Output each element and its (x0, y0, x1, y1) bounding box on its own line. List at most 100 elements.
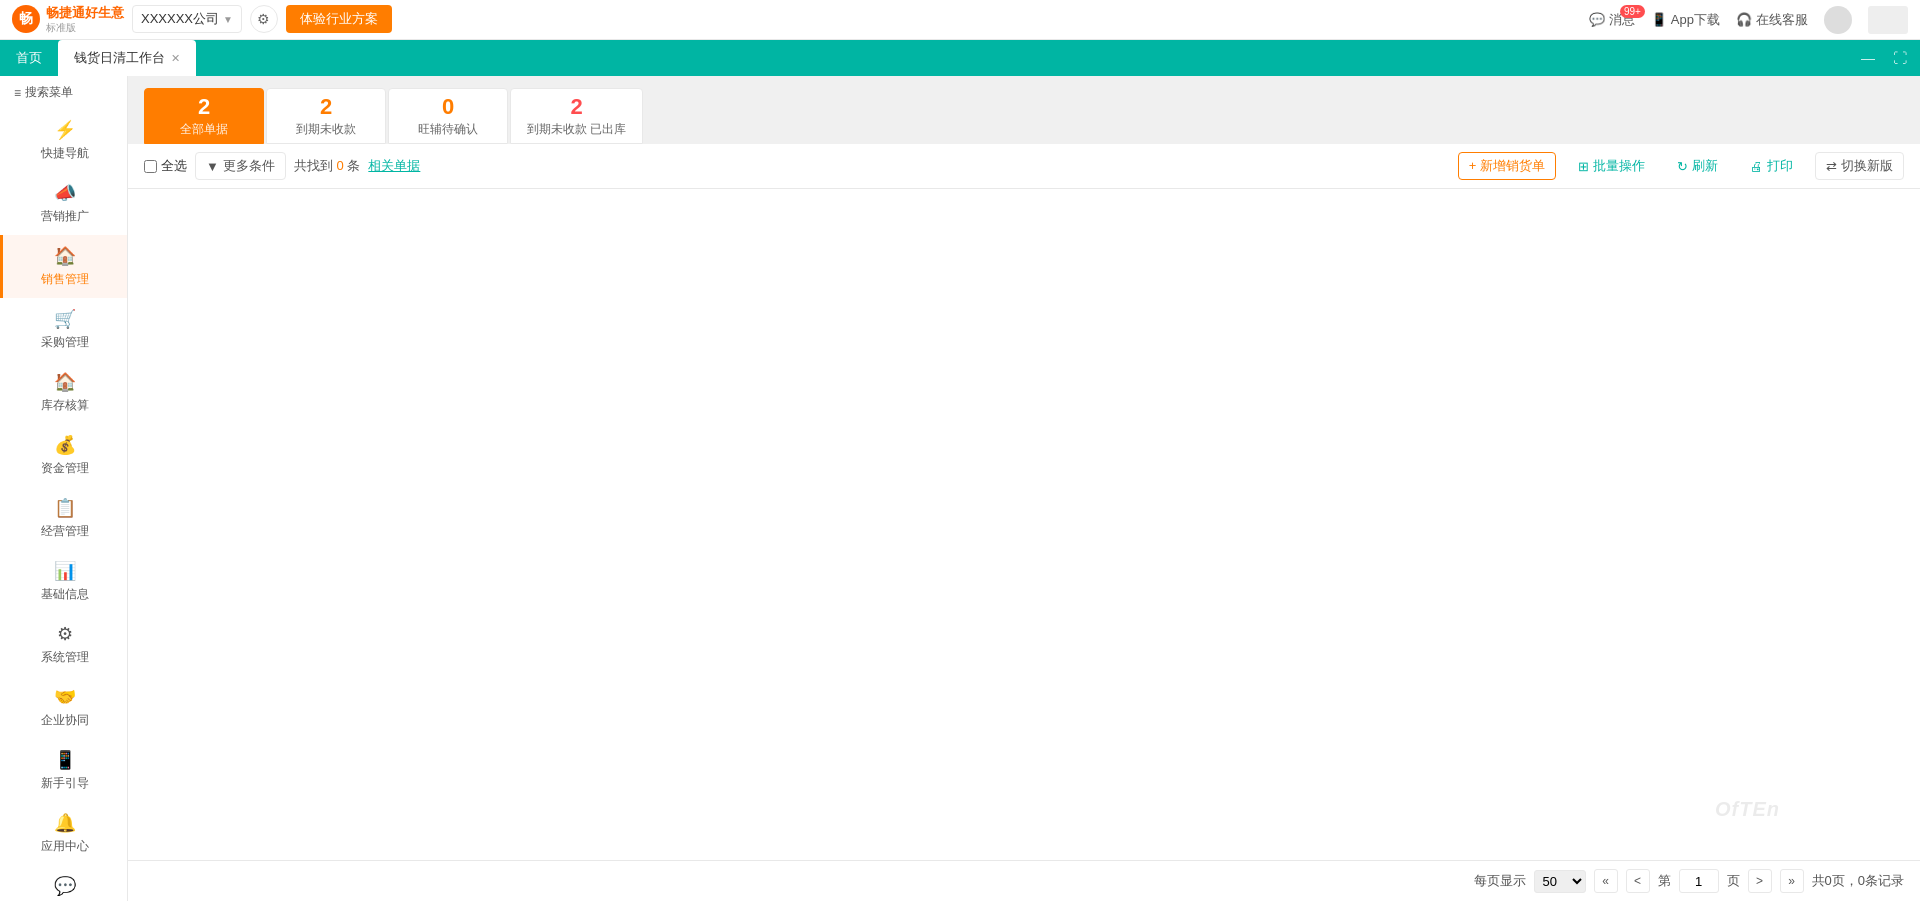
print-icon: 🖨 (1750, 159, 1763, 174)
sidebar-item-operations[interactable]: 📋 经营管理 (0, 487, 127, 550)
sidebar-item-app-center[interactable]: 🔔 应用中心 (0, 802, 127, 865)
logo-icon: 畅 (12, 5, 40, 33)
sidebar-item-wechat[interactable]: 💬 企业微信 (0, 865, 127, 901)
next-page-button[interactable]: > (1748, 869, 1772, 893)
add-sales-button[interactable]: + 新增销货单 (1458, 152, 1556, 180)
tab-overdue-label: 到期未收款 (296, 121, 356, 138)
switch-label: 切换新版 (1841, 157, 1893, 175)
tab-work-station[interactable]: 钱货日清工作台 ✕ (58, 40, 196, 76)
sales-label: 销售管理 (41, 271, 89, 288)
tab-home[interactable]: 首页 (0, 40, 58, 76)
nav-minimize-button[interactable]: — (1856, 46, 1880, 70)
toolbar: 全选 ▼ 更多条件 共找到 0 条 相关单据 + 新增销货单 (128, 144, 1920, 189)
page-suffix: 页 (1727, 872, 1740, 890)
first-page-button[interactable]: « (1594, 869, 1618, 893)
select-all-input[interactable] (144, 160, 157, 173)
tab-pending-label: 旺辅待确认 (418, 121, 478, 138)
guide-label: 新手引导 (41, 775, 89, 792)
finance-icon: 💰 (54, 434, 76, 456)
sidebar-item-quick-nav[interactable]: ⚡ 快捷导航 (0, 109, 127, 172)
page-input[interactable] (1679, 869, 1719, 893)
wechat-icon: 💬 (54, 875, 76, 897)
online-service-button[interactable]: 🎧 在线客服 (1736, 11, 1808, 29)
company-name: XXXXXX公司 (141, 10, 219, 28)
purchase-label: 采购管理 (41, 334, 89, 351)
batch-label: 批量操作 (1593, 157, 1645, 175)
tab-card-all[interactable]: 2 全部单据 (144, 88, 264, 144)
refresh-label: 刷新 (1692, 157, 1718, 175)
flash-icon: ⚡ (54, 119, 76, 141)
toolbar-left: 全选 ▼ 更多条件 共找到 0 条 相关单据 (144, 152, 1450, 180)
filter-icon: ▼ (206, 159, 219, 174)
user-name-area[interactable] (1868, 6, 1908, 34)
headset-icon: 🎧 (1736, 12, 1752, 27)
cooperation-label: 企业协同 (41, 712, 89, 729)
marketing-label: 营销推广 (41, 208, 89, 225)
related-link[interactable]: 相关单据 (368, 157, 420, 175)
purchase-icon: 🛒 (54, 308, 76, 330)
logo-area: 畅 畅捷通好生意 标准版 (12, 5, 124, 35)
avatar[interactable] (1824, 6, 1852, 34)
found-unit: 条 (347, 158, 360, 173)
tab-cards: 2 全部单据 2 到期未收款 0 旺辅待确认 2 到期未收款 已出库 (128, 76, 1920, 144)
logo-sub: 标准版 (46, 21, 124, 34)
switch-icon: ⇄ (1826, 159, 1837, 174)
system-label: 系统管理 (41, 649, 89, 666)
tab-card-overdue-shipped[interactable]: 2 到期未收款 已出库 (510, 88, 643, 144)
tab-card-overdue[interactable]: 2 到期未收款 (266, 88, 386, 144)
nav-maximize-button[interactable]: ⛶ (1888, 46, 1912, 70)
white-panel: 全选 ▼ 更多条件 共找到 0 条 相关单据 + 新增销货单 (128, 144, 1920, 901)
sidebar-item-finance[interactable]: 💰 资金管理 (0, 424, 127, 487)
marketing-icon: 📣 (54, 182, 76, 204)
company-selector[interactable]: XXXXXX公司 ▼ (132, 5, 242, 33)
batch-button[interactable]: ⊞ 批量操作 (1568, 153, 1655, 179)
sidebar-item-system[interactable]: ⚙ 系统管理 (0, 613, 127, 676)
top-bar-left: 畅 畅捷通好生意 标准版 XXXXXX公司 ▼ ⚙ 体验行业方案 (12, 5, 392, 35)
sidebar-item-inventory[interactable]: 🏠 库存核算 (0, 361, 127, 424)
app-download-button[interactable]: 📱 App下载 (1651, 11, 1720, 29)
sidebar-item-sales[interactable]: 🏠 销售管理 (0, 235, 127, 298)
per-page-select[interactable]: 50 10 20 100 (1534, 870, 1586, 893)
settings-button[interactable]: ⚙ (250, 5, 278, 33)
inventory-label: 库存核算 (41, 397, 89, 414)
filter-button[interactable]: ▼ 更多条件 (195, 152, 286, 180)
batch-icon: ⊞ (1578, 159, 1589, 174)
online-service-label: 在线客服 (1756, 11, 1808, 29)
switch-new-button[interactable]: ⇄ 切换新版 (1815, 152, 1904, 180)
refresh-button[interactable]: ↻ 刷新 (1667, 153, 1728, 179)
sidebar-search-item[interactable]: ≡ 搜索菜单 (0, 76, 127, 109)
per-page-label: 每页显示 (1474, 872, 1526, 890)
guide-icon: 📱 (54, 749, 76, 771)
found-count: 0 (337, 158, 344, 173)
page-label: 第 (1658, 872, 1671, 890)
trial-button[interactable]: 体验行业方案 (286, 5, 392, 33)
last-page-button[interactable]: » (1780, 869, 1804, 893)
message-button[interactable]: 💬 消息 99+ (1589, 11, 1635, 29)
sidebar-item-basic-info[interactable]: 📊 基础信息 (0, 550, 127, 613)
app-download-label: App下载 (1671, 11, 1720, 29)
sidebar-item-cooperation[interactable]: 🤝 企业协同 (0, 676, 127, 739)
print-button[interactable]: 🖨 打印 (1740, 153, 1803, 179)
nav-tabs: 首页 钱货日清工作台 ✕ — ⛶ (0, 40, 1920, 76)
select-all-checkbox[interactable]: 全选 (144, 157, 187, 175)
inventory-icon: 🏠 (54, 371, 76, 393)
tab-card-pending[interactable]: 0 旺辅待确认 (388, 88, 508, 144)
table-area (128, 189, 1920, 860)
prev-page-button[interactable]: < (1626, 869, 1650, 893)
sidebar-item-purchase[interactable]: 🛒 采购管理 (0, 298, 127, 361)
tab-close-icon[interactable]: ✕ (171, 52, 180, 65)
refresh-icon: ↻ (1677, 159, 1688, 174)
app-center-icon: 🔔 (54, 812, 76, 834)
sidebar-item-guide[interactable]: 📱 新手引导 (0, 739, 127, 802)
tab-home-label: 首页 (16, 49, 42, 67)
cooperation-icon: 🤝 (54, 686, 76, 708)
sidebar-item-marketing[interactable]: 📣 营销推广 (0, 172, 127, 235)
top-bar: 畅 畅捷通好生意 标准版 XXXXXX公司 ▼ ⚙ 体验行业方案 💬 消息 99… (0, 0, 1920, 40)
tab-pending-count: 0 (442, 94, 454, 120)
app-download-icon: 📱 (1651, 12, 1667, 27)
system-icon: ⚙ (57, 623, 73, 645)
found-text: 共找到 0 条 (294, 157, 360, 175)
basic-info-icon: 📊 (54, 560, 76, 582)
finance-label: 资金管理 (41, 460, 89, 477)
main-layout: ≡ 搜索菜单 ⚡ 快捷导航 📣 营销推广 🏠 销售管理 🛒 采购管理 🏠 库存核… (0, 76, 1920, 901)
